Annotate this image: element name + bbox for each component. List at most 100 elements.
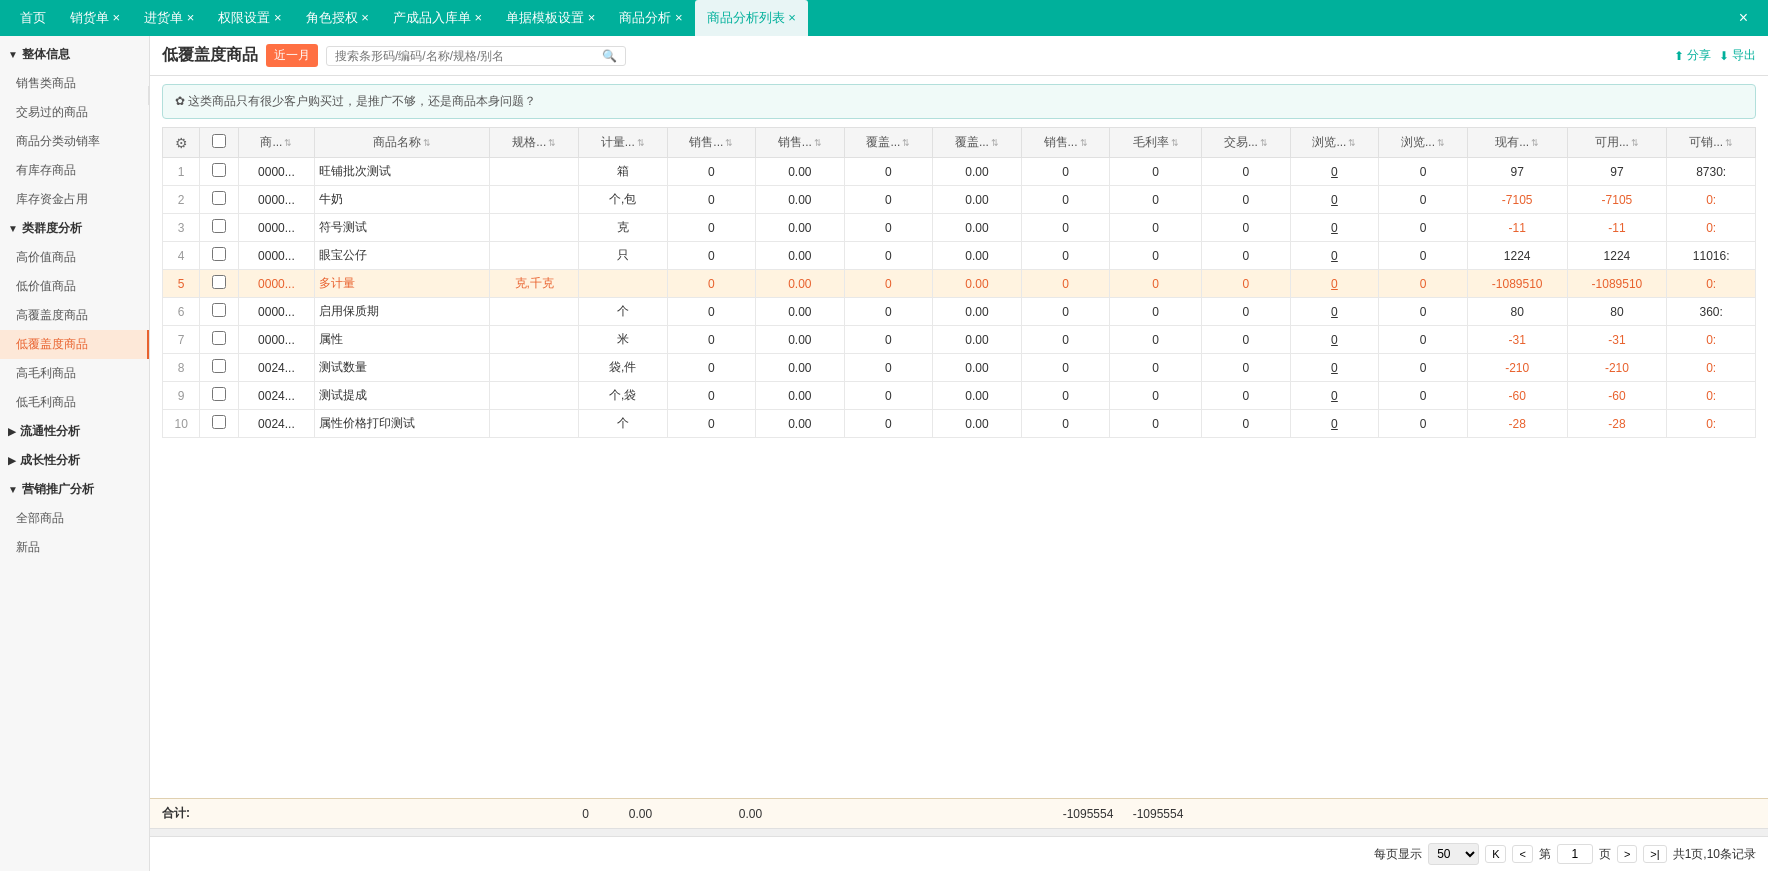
sidebar-item-low-margin[interactable]: 低毛利商品	[0, 388, 149, 417]
sidebar-section-marketing[interactable]: ▼ 营销推广分析	[0, 475, 149, 504]
row-gross-margin: 0	[1110, 242, 1202, 270]
col-browse2[interactable]: 浏览...⇅	[1379, 128, 1468, 158]
sidebar-item-inventory-value[interactable]: 库存资金占用	[0, 185, 149, 214]
per-page-select[interactable]: 50 10 20 100	[1428, 843, 1479, 865]
export-button[interactable]: ⬇ 导出	[1719, 47, 1756, 64]
col-current[interactable]: 现有...⇅	[1467, 128, 1567, 158]
col-name[interactable]: 商品名称⇅	[315, 128, 490, 158]
sidebar-item-in-stock[interactable]: 有库存商品	[0, 156, 149, 185]
col-unit[interactable]: 计量...⇅	[579, 128, 668, 158]
row-select-checkbox[interactable]	[212, 331, 226, 345]
row-browse1[interactable]: 0	[1290, 158, 1379, 186]
settings-icon[interactable]: ⚙	[175, 135, 188, 151]
row-cover1: 0	[844, 242, 933, 270]
close-button[interactable]: ×	[1727, 9, 1760, 27]
sidebar-item-high-value[interactable]: 高价值商品	[0, 243, 149, 272]
row-browse1[interactable]: 0	[1290, 270, 1379, 298]
sidebar-item-sales-products[interactable]: 销售类商品	[0, 69, 149, 98]
row-select-checkbox[interactable]	[212, 359, 226, 373]
col-cover2[interactable]: 覆盖...⇅	[933, 128, 1022, 158]
nav-permissions[interactable]: 权限设置 ×	[206, 0, 293, 36]
row-browse1[interactable]: 0	[1290, 298, 1379, 326]
prev-page-button[interactable]: <	[1512, 845, 1532, 863]
nav-production[interactable]: 产成品入库单 ×	[381, 0, 494, 36]
share-button[interactable]: ⬆ 分享	[1674, 47, 1711, 64]
nav-sales[interactable]: 销货单 ×	[58, 0, 132, 36]
last-page-button[interactable]: >|	[1643, 845, 1666, 863]
col-gross-margin[interactable]: 毛利率⇅	[1110, 128, 1202, 158]
col-browse1[interactable]: 浏览...⇅	[1290, 128, 1379, 158]
sidebar-item-traded-products[interactable]: 交易过的商品	[0, 98, 149, 127]
sidebar-section-growth[interactable]: ▶ 成长性分析	[0, 446, 149, 475]
first-page-button[interactable]: K	[1485, 845, 1506, 863]
col-sale-qty[interactable]: 销售...⇅	[667, 128, 756, 158]
row-checkbox[interactable]	[200, 214, 238, 242]
nav-purchase[interactable]: 进货单 ×	[132, 0, 206, 36]
table-container[interactable]: ⚙ 商...⇅ 商品名称⇅ 规格...⇅ 计量...⇅ 销售...⇅ 销售...…	[150, 127, 1768, 798]
row-select-checkbox[interactable]	[212, 219, 226, 233]
col-available[interactable]: 可用...⇅	[1567, 128, 1667, 158]
nav-roles[interactable]: 角色授权 ×	[294, 0, 381, 36]
horizontal-scrollbar[interactable]	[150, 828, 1768, 836]
row-checkbox[interactable]	[200, 242, 238, 270]
row-select-checkbox[interactable]	[212, 247, 226, 261]
row-gross-margin: 0	[1110, 270, 1202, 298]
row-browse1[interactable]: 0	[1290, 242, 1379, 270]
row-browse1[interactable]: 0	[1290, 186, 1379, 214]
sidebar-item-high-coverage[interactable]: 高覆盖度商品	[0, 301, 149, 330]
sidebar-item-all-products[interactable]: 全部商品	[0, 504, 149, 533]
row-checkbox[interactable]	[200, 354, 238, 382]
sidebar-section-cluster[interactable]: ▼ 类群度分析	[0, 214, 149, 243]
col-spec[interactable]: 规格...⇅	[490, 128, 579, 158]
sidebar-section-overview[interactable]: ▼ 整体信息	[0, 40, 149, 69]
row-browse1[interactable]: 0	[1290, 354, 1379, 382]
nav-home[interactable]: 首页	[8, 0, 58, 36]
col-cover1[interactable]: 覆盖...⇅	[844, 128, 933, 158]
row-select-checkbox[interactable]	[212, 415, 226, 429]
nav-templates[interactable]: 单据模板设置 ×	[494, 0, 607, 36]
row-checkbox[interactable]	[200, 270, 238, 298]
col-checkbox[interactable]	[200, 128, 238, 158]
row-cover2: 0.00	[933, 158, 1022, 186]
row-browse1[interactable]: 0	[1290, 214, 1379, 242]
sidebar-section-liquidity[interactable]: ▶ 流通性分析	[0, 417, 149, 446]
row-select-checkbox[interactable]	[212, 387, 226, 401]
sidebar-item-new-products[interactable]: 新品	[0, 533, 149, 562]
row-unit	[579, 270, 668, 298]
col-sale3[interactable]: 销售...⇅	[1021, 128, 1110, 158]
sidebar-item-category-rate[interactable]: 商品分类动销率	[0, 127, 149, 156]
nav-product-analysis[interactable]: 商品分析 ×	[607, 0, 694, 36]
col-trade[interactable]: 交易...⇅	[1202, 128, 1291, 158]
col-code[interactable]: 商...⇅	[238, 128, 314, 158]
row-browse1[interactable]: 0	[1290, 410, 1379, 438]
row-checkbox[interactable]	[200, 186, 238, 214]
col-settings[interactable]: ⚙	[163, 128, 200, 158]
row-checkbox[interactable]	[200, 158, 238, 186]
row-browse1[interactable]: 0	[1290, 382, 1379, 410]
row-checkbox[interactable]	[200, 382, 238, 410]
col-sellable[interactable]: 可销...⇅	[1667, 128, 1756, 158]
col-sale-amount[interactable]: 销售...⇅	[756, 128, 845, 158]
sidebar-item-low-coverage[interactable]: 低覆盖度商品	[0, 330, 149, 359]
row-available: -1089510	[1567, 270, 1667, 298]
row-checkbox[interactable]	[200, 326, 238, 354]
row-select-checkbox[interactable]	[212, 191, 226, 205]
row-name: 测试数量	[315, 354, 490, 382]
sidebar-item-low-value[interactable]: 低价值商品	[0, 272, 149, 301]
footer-sale-amount: 0.00	[613, 807, 668, 821]
nav-product-analysis-list[interactable]: 商品分析列表 ×	[695, 0, 808, 36]
row-checkbox[interactable]	[200, 410, 238, 438]
row-select-checkbox[interactable]	[212, 275, 226, 289]
next-page-button[interactable]: >	[1617, 845, 1637, 863]
search-input[interactable]	[335, 49, 598, 63]
row-cover2: 0.00	[933, 214, 1022, 242]
page-input[interactable]	[1557, 844, 1593, 864]
row-num: 7	[163, 326, 200, 354]
filter-button[interactable]: 近一月	[266, 44, 318, 67]
row-checkbox[interactable]	[200, 298, 238, 326]
sidebar-item-high-margin[interactable]: 高毛利商品	[0, 359, 149, 388]
select-all-checkbox[interactable]	[212, 134, 226, 148]
row-browse1[interactable]: 0	[1290, 326, 1379, 354]
row-select-checkbox[interactable]	[212, 163, 226, 177]
row-select-checkbox[interactable]	[212, 303, 226, 317]
